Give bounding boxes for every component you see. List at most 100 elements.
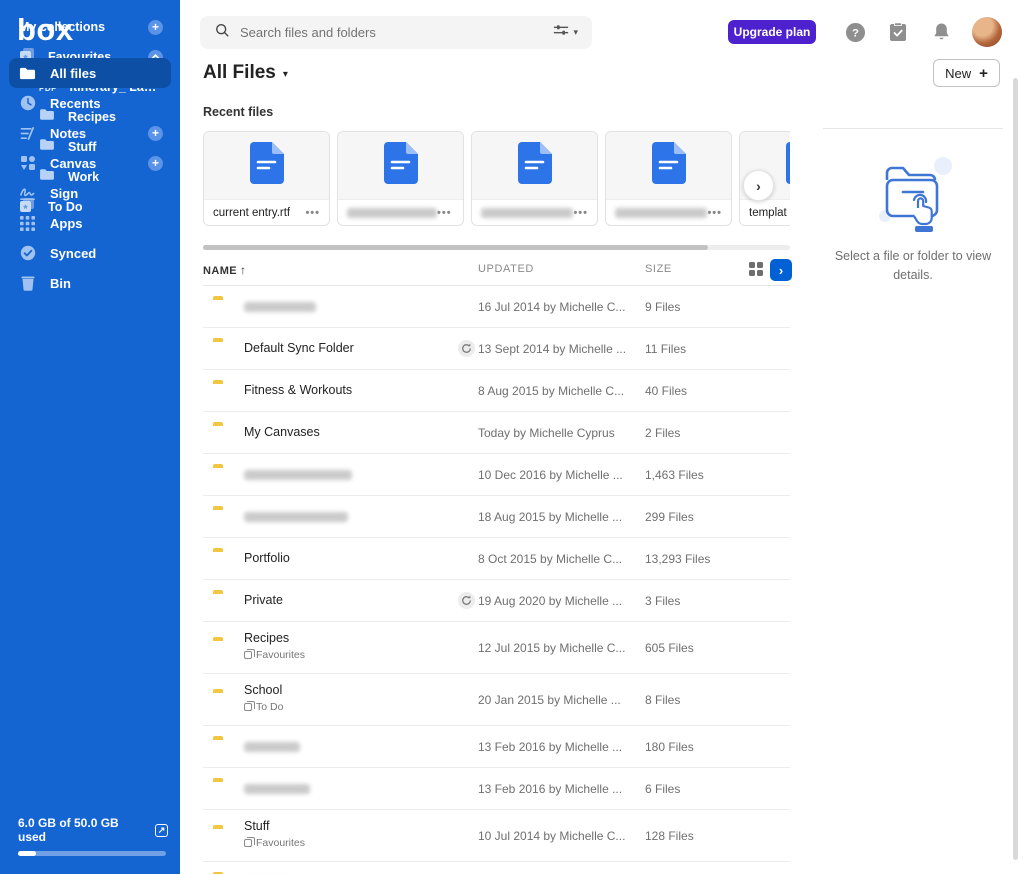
column-updated[interactable]: UPDATED [478,263,534,275]
file-name: templat [749,207,787,219]
table-row-fitness-workouts[interactable]: Fitness & Workouts 8 Aug 2015 by Michelle… [203,370,790,412]
document-icon [249,142,284,189]
recent-files-heading: Recent files [203,105,274,119]
updated-cell: 10 Jul 2014 by Michelle C... [478,829,626,843]
updated-cell: 18 Aug 2015 by Michelle ... [478,510,623,524]
table-row-private[interactable]: Private 19 Aug 2020 by Michelle ... 3 File… [203,580,790,622]
size-cell: 3 Files [645,594,681,608]
apps-icon [19,215,36,232]
storage-meter: 6.0 GB of 50.0 GB used ↗ [18,816,168,856]
details-panel-toggle-button[interactable]: › [770,259,792,281]
sidebar-item-synced[interactable]: Synced [9,238,171,268]
user-avatar[interactable] [972,17,1002,47]
search-filters-icon[interactable] [553,23,569,42]
sync-icon [458,340,475,357]
external-link-icon[interactable]: ↗ [155,823,168,837]
folder-name: Default Sync Folder [244,341,354,355]
file-name-row: ••• [338,200,463,225]
notifications-bell-icon[interactable] [930,21,952,43]
size-cell: 6 Files [645,782,681,796]
collection-badge-label: To Do [256,701,284,713]
page-title-dropdown[interactable]: All Files ▾ [203,62,288,84]
folder-name: School [244,683,283,697]
search-bar[interactable]: ▾ [200,16,592,49]
details-empty-message: Select a file or folder to view details. [834,249,992,282]
recent-file-card-redacted[interactable]: ••• [471,131,598,226]
size-cell: 13,293 Files [645,552,711,566]
folder-icon [19,65,36,82]
table-row-documents[interactable]: Documents1 Jun 2014 by Michelle C...64 F… [203,862,790,874]
more-options-icon[interactable]: ••• [573,207,588,219]
sidebar-item-label: Bin [50,275,71,291]
sidebar-item-label: Synced [50,245,97,261]
search-filters-caret-icon[interactable]: ▾ [573,27,578,38]
bin-icon [19,275,36,292]
table-row-school[interactable]: School To Do 20 Jan 2015 by Michelle ... 8 … [203,674,790,726]
sidebar-item-canvas[interactable]: Canvas + [9,148,171,178]
add-canvas-icon[interactable]: + [148,155,163,171]
redacted-file-name [347,208,437,218]
table-row-redacted[interactable]: 13 Feb 2016 by Michelle ... 180 Files [203,726,790,768]
size-cell: 605 Files [645,641,694,655]
sidebar-item-apps[interactable]: Apps [9,208,171,238]
more-options-icon[interactable]: ••• [707,207,722,219]
collection-badge: Favourites [244,836,305,849]
add-notes-icon[interactable]: + [148,125,163,141]
updated-cell: 10 Dec 2016 by Michelle ... [478,468,623,482]
sidebar-item-sign[interactable]: Sign [9,178,171,208]
more-options-icon[interactable]: ••• [437,207,452,219]
sort-ascending-icon: ↑ [240,263,247,277]
sidebar-item-bin[interactable]: Bin [9,268,171,298]
folder-name: Recipes [244,631,290,645]
table-row-portfolio[interactable]: Portfolio 8 Oct 2015 by Michelle C... 13,2… [203,538,790,580]
document-icon [383,142,418,189]
sidebar: box All files Recents Notes + Canvas + Sign App… [0,0,180,874]
search-input[interactable] [240,25,554,40]
table-row-redacted[interactable]: 10 Dec 2016 by Michelle ... 1,463 Files [203,454,790,496]
box-logo: box [17,12,74,47]
file-name-row: templat [740,200,790,225]
grid-view-icon[interactable] [749,262,764,277]
sidebar-nav: All files Recents Notes + Canvas + Sign Apps Syn… [0,58,180,298]
table-row-redacted[interactable]: 13 Feb 2016 by Michelle ... 6 Files [203,768,790,810]
clock-icon [19,95,36,112]
add-collection-icon[interactable]: + [148,19,163,35]
recent-file-card-redacted[interactable]: ••• [337,131,464,226]
redacted-folder-name [244,742,300,752]
help-icon[interactable]: ? [844,21,866,43]
table-row-redacted[interactable]: 18 Aug 2015 by Michelle ... 299 Files [203,496,790,538]
size-cell: 11 Files [645,342,687,356]
recent-file-card-redacted[interactable]: ••• [605,131,732,226]
column-name-sort[interactable]: NAME ↑ [203,263,246,277]
storage-usage-text: 6.0 GB of 50.0 GB used [18,816,119,844]
table-row-redacted[interactable]: 16 Jul 2014 by Michelle C... 9 Files [203,286,790,328]
canvas-icon [19,155,36,172]
size-cell: 8 Files [645,693,681,707]
sidebar-item-notes[interactable]: Notes + [9,118,171,148]
file-thumbnail [472,132,597,200]
sidebar-item-recents[interactable]: Recents [9,88,171,118]
recent-file-card-current-entry-rtf[interactable]: current entry.rtf ••• [203,131,330,226]
horizontal-scrollbar[interactable] [203,245,790,250]
column-size[interactable]: SIZE [645,263,672,275]
sidebar-item-label: All files [50,65,97,81]
table-row-my-canvases[interactable]: My Canvases Today by Michelle Cyprus 2 Fil… [203,412,790,454]
sidebar-item-all-files[interactable]: All files [9,58,171,88]
file-thumbnail [606,132,731,200]
size-cell: 2 Files [645,426,681,440]
tasks-clipboard-icon[interactable] [887,21,909,43]
more-options-icon[interactable]: ••• [305,207,320,219]
document-icon [517,142,552,189]
details-divider [823,128,1003,129]
vertical-scrollbar[interactable] [1013,78,1018,860]
page-title: All Files [203,62,276,83]
redacted-file-name [615,208,708,218]
upgrade-plan-button[interactable]: Upgrade plan [728,20,816,44]
file-thumbnail [338,132,463,200]
table-row-default-sync-folder[interactable]: Default Sync Folder 13 Sept 2014 by Miche… [203,328,790,370]
redacted-folder-name [244,784,310,794]
scroll-right-button[interactable]: › [743,170,774,201]
table-row-recipes[interactable]: Recipes Favourites 12 Jul 2015 by Michelle… [203,622,790,674]
table-row-stuff[interactable]: Stuff Favourites 10 Jul 2014 by Michelle C… [203,810,790,862]
document-icon [785,142,790,189]
